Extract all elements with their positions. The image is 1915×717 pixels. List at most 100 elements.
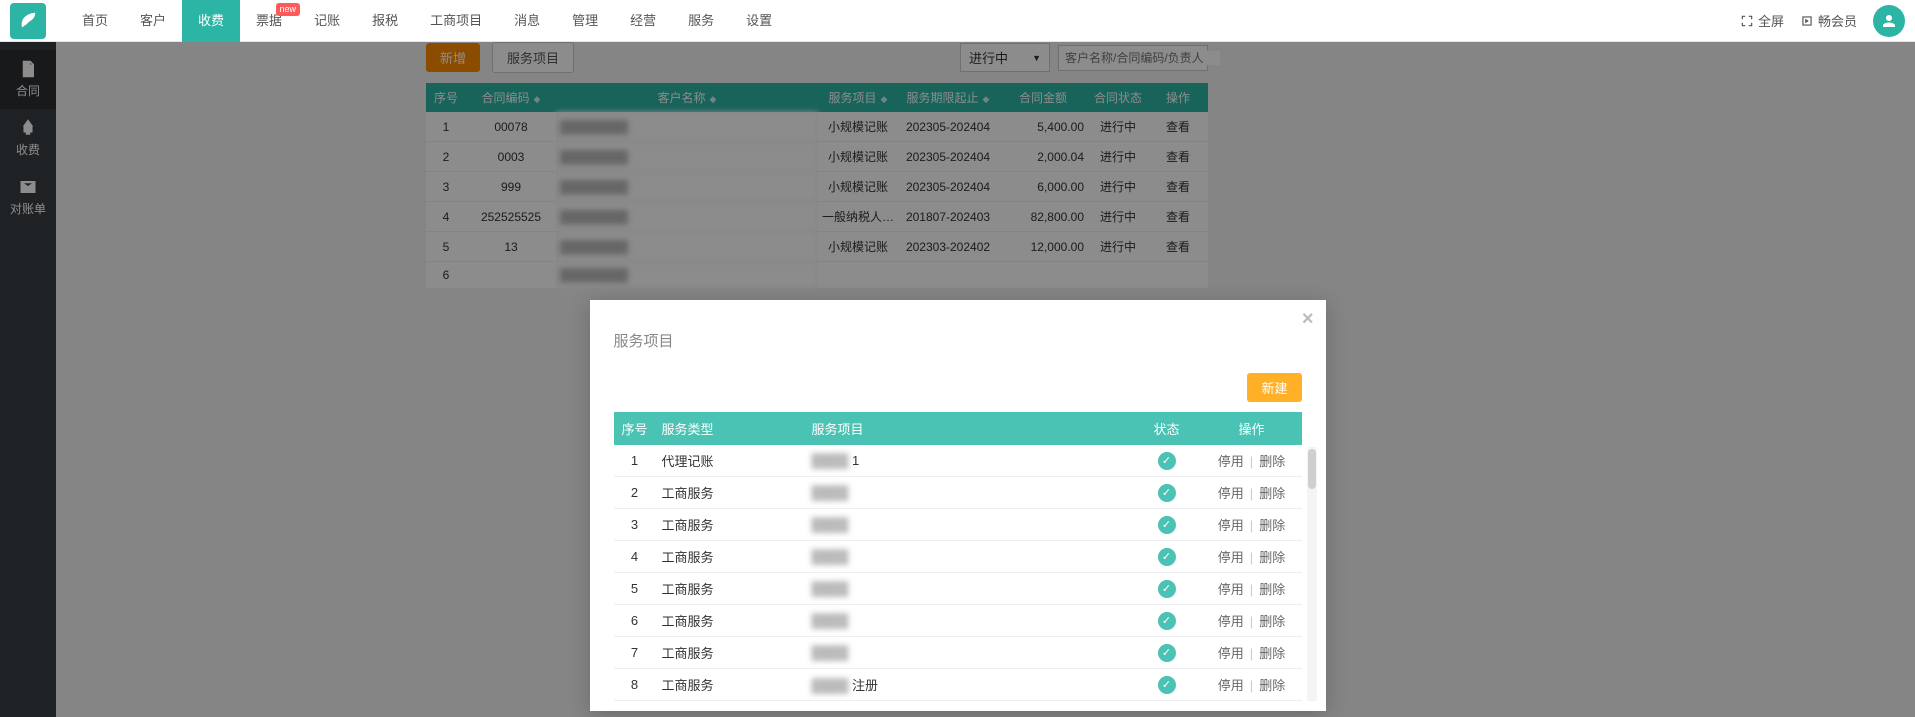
menu-item-7[interactable]: 消息 <box>498 0 556 42</box>
check-icon: ✓ <box>1158 644 1176 662</box>
cell-type: 工商服务 <box>656 605 806 637</box>
modal-new-button[interactable]: 新建 <box>1247 373 1301 402</box>
service-table: 序号服务类型服务项目状态操作 1代理记账████ 1✓停用|删除2工商服务███… <box>614 412 1302 701</box>
disable-link[interactable]: 停用 <box>1212 454 1250 469</box>
menu-item-6[interactable]: 工商项目 <box>414 0 498 42</box>
menu-item-8[interactable]: 管理 <box>556 0 614 42</box>
member-button[interactable]: 畅会员 <box>1800 11 1857 30</box>
table-row: 5工商服务████ ✓ 停用|删除 <box>614 573 1302 605</box>
person-icon <box>1880 12 1898 30</box>
cell-type: 工商服务 <box>656 541 806 573</box>
col-header: 服务类型 <box>656 412 806 445</box>
disable-link[interactable]: 停用 <box>1212 646 1250 661</box>
cell-type: 工商服务 <box>656 637 806 669</box>
cell-idx: 1 <box>614 445 656 477</box>
cell-proj: ████ <box>806 637 1132 669</box>
menu-item-1[interactable]: 客户 <box>124 0 182 42</box>
cell-actions: 停用|删除 <box>1202 605 1302 637</box>
modal-title: 服务项目 <box>590 300 1326 359</box>
cell-idx: 8 <box>614 669 656 701</box>
check-icon: ✓ <box>1158 580 1176 598</box>
delete-link[interactable]: 删除 <box>1253 614 1291 629</box>
play-icon <box>1800 14 1814 28</box>
fullscreen-button[interactable]: 全屏 <box>1740 11 1784 30</box>
top-nav: 首页客户收费票据new记账报税工商项目消息管理经营服务设置 全屏 畅会员 <box>0 0 1915 42</box>
cell-type: 工商服务 <box>656 477 806 509</box>
layout: 合同收费对账单 新增 服务项目 进行中 ▼ 序号合同编码客户名称服务项目服务期限… <box>0 42 1915 717</box>
cell-status: ✓ <box>1132 605 1202 637</box>
menu-item-9[interactable]: 经营 <box>614 0 672 42</box>
col-header: 序号 <box>614 412 656 445</box>
modal-close-button[interactable]: × <box>1302 308 1314 331</box>
member-label: 畅会员 <box>1818 11 1857 30</box>
delete-link[interactable]: 删除 <box>1253 486 1291 501</box>
cell-actions: 停用|删除 <box>1202 509 1302 541</box>
cell-idx: 5 <box>614 573 656 605</box>
cell-actions: 停用|删除 <box>1202 445 1302 477</box>
table-row: 8工商服务████ 注册✓停用|删除 <box>614 669 1302 701</box>
cell-proj: ████ <box>806 541 1132 573</box>
disable-link[interactable]: 停用 <box>1212 582 1250 597</box>
cell-proj: ████ <box>806 477 1132 509</box>
check-icon: ✓ <box>1158 548 1176 566</box>
modal-table-wrap: 序号服务类型服务项目状态操作 1代理记账████ 1✓停用|删除2工商服务███… <box>590 412 1326 701</box>
cell-proj: ████ 1 <box>806 445 1132 477</box>
delete-link[interactable]: 删除 <box>1253 582 1291 597</box>
cell-proj: ████ <box>806 509 1132 541</box>
user-avatar[interactable] <box>1873 5 1905 37</box>
delete-link[interactable]: 删除 <box>1253 550 1291 565</box>
cell-status: ✓ <box>1132 445 1202 477</box>
cell-proj: ████ <box>806 573 1132 605</box>
cell-type: 工商服务 <box>656 669 806 701</box>
check-icon: ✓ <box>1158 452 1176 470</box>
cell-type: 工商服务 <box>656 573 806 605</box>
top-menu: 首页客户收费票据new记账报税工商项目消息管理经营服务设置 <box>66 0 788 42</box>
disable-link[interactable]: 停用 <box>1212 486 1250 501</box>
app-logo <box>10 3 46 39</box>
menu-item-5[interactable]: 报税 <box>356 0 414 42</box>
disable-link[interactable]: 停用 <box>1212 550 1250 565</box>
disable-link[interactable]: 停用 <box>1212 614 1250 629</box>
table-row: 6工商服务████ ✓ 停用|删除 <box>614 605 1302 637</box>
delete-link[interactable]: 删除 <box>1253 454 1291 469</box>
delete-link[interactable]: 删除 <box>1253 518 1291 533</box>
menu-item-4[interactable]: 记账 <box>298 0 356 42</box>
menu-item-10[interactable]: 服务 <box>672 0 730 42</box>
disable-link[interactable]: 停用 <box>1212 678 1250 693</box>
cell-idx: 2 <box>614 477 656 509</box>
topnav-right: 全屏 畅会员 <box>1740 5 1905 37</box>
check-icon: ✓ <box>1158 676 1176 694</box>
cell-type: 工商服务 <box>656 509 806 541</box>
delete-link[interactable]: 删除 <box>1253 646 1291 661</box>
cell-status: ✓ <box>1132 573 1202 605</box>
col-header: 操作 <box>1202 412 1302 445</box>
table-header-row: 序号服务类型服务项目状态操作 <box>614 412 1302 445</box>
check-icon: ✓ <box>1158 484 1176 502</box>
menu-item-3[interactable]: 票据new <box>240 0 298 42</box>
check-icon: ✓ <box>1158 516 1176 534</box>
new-badge: new <box>276 3 301 16</box>
cell-actions: 停用|删除 <box>1202 573 1302 605</box>
cell-idx: 6 <box>614 605 656 637</box>
cell-actions: 停用|删除 <box>1202 541 1302 573</box>
feather-icon <box>17 10 39 32</box>
check-icon: ✓ <box>1158 612 1176 630</box>
delete-link[interactable]: 删除 <box>1253 678 1291 693</box>
cell-status: ✓ <box>1132 509 1202 541</box>
cell-proj: ████ <box>806 605 1132 637</box>
disable-link[interactable]: 停用 <box>1212 518 1250 533</box>
menu-item-2[interactable]: 收费 <box>182 0 240 42</box>
modal-scrollbar[interactable] <box>1307 447 1317 701</box>
col-header: 状态 <box>1132 412 1202 445</box>
scroll-thumb[interactable] <box>1308 449 1316 489</box>
menu-item-0[interactable]: 首页 <box>66 0 124 42</box>
table-row: 3工商服务████✓停用|删除 <box>614 509 1302 541</box>
cell-status: ✓ <box>1132 637 1202 669</box>
cell-idx: 4 <box>614 541 656 573</box>
cell-status: ✓ <box>1132 669 1202 701</box>
table-row: 1代理记账████ 1 ✓ 停用|删除 <box>614 445 1302 477</box>
col-header: 服务项目 <box>806 412 1132 445</box>
cell-status: ✓ <box>1132 477 1202 509</box>
menu-item-11[interactable]: 设置 <box>730 0 788 42</box>
cell-type: 代理记账 <box>656 445 806 477</box>
